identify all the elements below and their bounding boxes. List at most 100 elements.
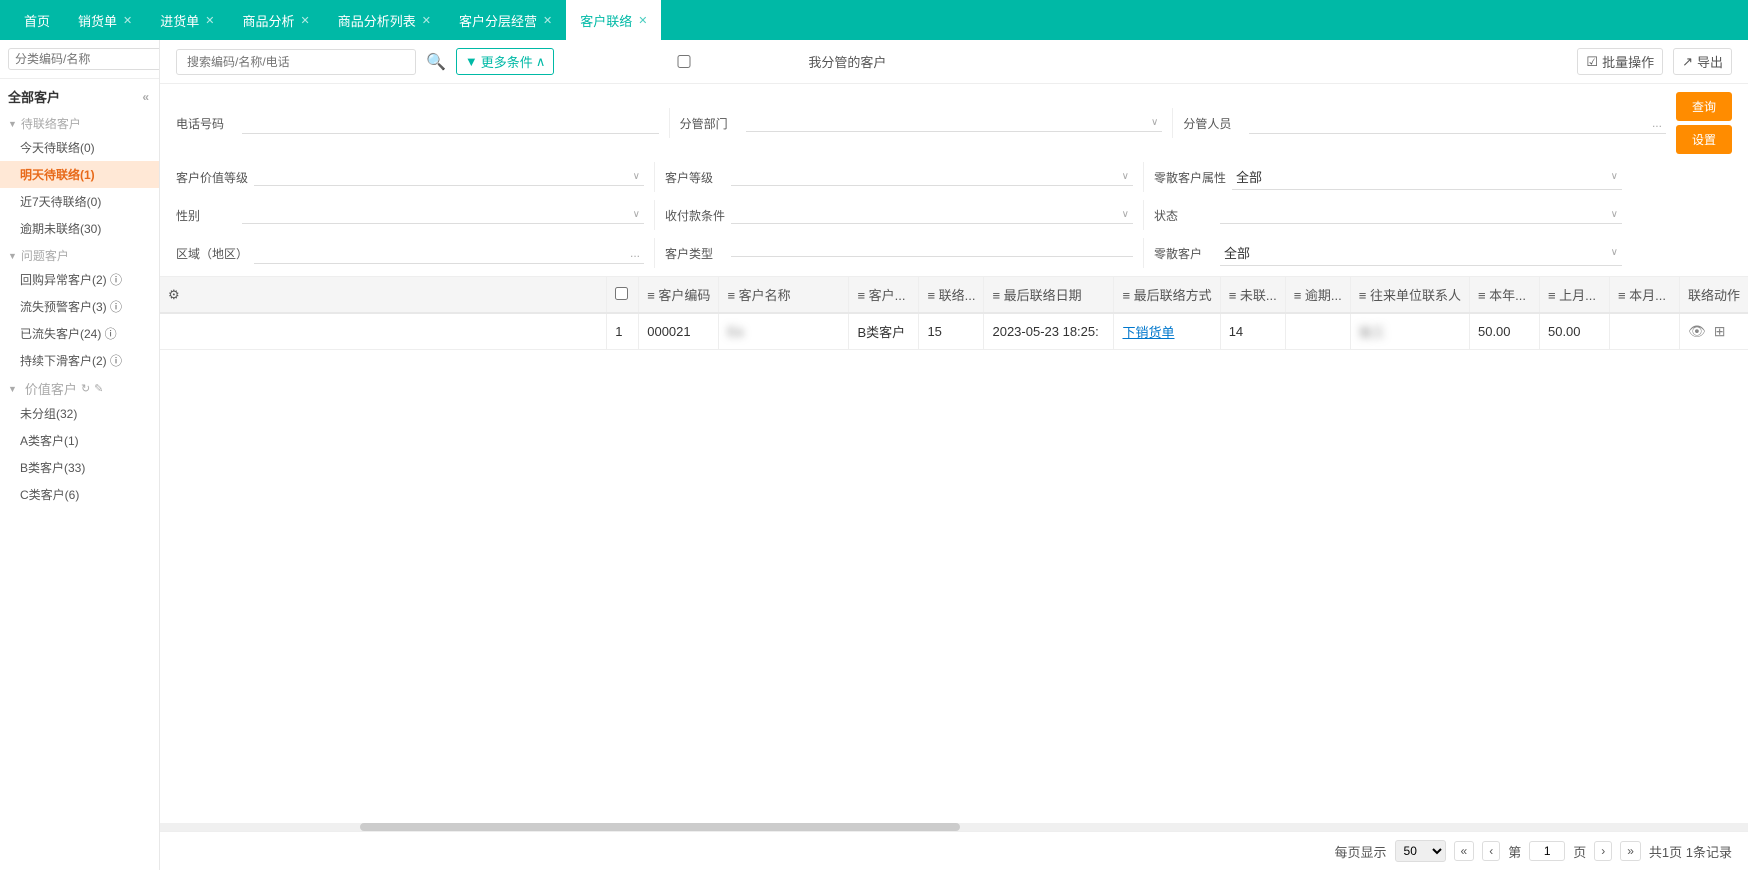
settings-button[interactable]: 设置 [1676,125,1732,154]
filter-search-icon[interactable]: 🔍 [426,52,446,72]
collapse-icon[interactable]: « [142,90,149,104]
close-customer-tier-icon[interactable]: ✕ [543,14,552,27]
value-customers-edit-icon[interactable]: ✎ [94,382,103,395]
branch-dept-select[interactable]: ∨ [746,114,1163,132]
close-purchase-order-icon[interactable]: ✕ [205,14,214,27]
filter-branch-person: 分管人员 ... [1183,113,1666,134]
sidebar-item-churned[interactable]: 已流失客户(24) ⓘ [0,320,159,347]
select-all-checkbox[interactable] [615,287,628,300]
col-action-header: 联络动作 [1679,277,1748,313]
close-customer-contact-icon[interactable]: ✕ [638,14,647,27]
nav-product-analysis[interactable]: 商品分析 ✕ [228,0,323,40]
per-page-select[interactable]: 50 100 200 [1395,840,1446,862]
my-customers-checkbox-area[interactable]: 我分管的客户 [564,52,886,71]
chevron-down-icon-4: ∨ [1611,171,1618,182]
col-code-header[interactable]: ≡ 客户编码 [639,277,719,313]
sidebar-group-pending-contact[interactable]: 待联络客户 [0,110,159,134]
sidebar-item-class-c[interactable]: C类客户(6) [0,481,159,508]
col-last-month-header[interactable]: ≡ 上月... [1539,277,1609,313]
sidebar-item-churn-warning[interactable]: 流失预警客户(3) ⓘ [0,293,159,320]
row-num-cell: 1 [607,313,639,350]
sidebar-item-tomorrow-pending[interactable]: 明天待联络(1) [0,161,159,188]
nav-product-analysis-list[interactable]: 商品分析列表 ✕ [324,0,445,40]
filter-row-3: 性别 ∨ 收付款条件 ∨ 状态 [176,200,1732,230]
chevron-down-icon-6: ∨ [1122,209,1129,220]
col-checkbox-header[interactable] [607,277,639,313]
col-contact-header[interactable]: ≡ 联络... [919,277,984,313]
customer-grade-select[interactable]: ∨ [731,168,1133,186]
last-way-link[interactable]: 下销货单 [1122,325,1174,340]
nav-home[interactable]: 首页 [10,0,64,40]
last-page-button[interactable]: » [1620,841,1641,861]
my-customers-checkbox[interactable] [564,55,804,68]
nav-customer-contact[interactable]: 客户联络 ✕ [566,0,661,40]
next-page-button[interactable]: › [1594,841,1612,861]
filter-retail-customer: 零散客户 全部 ∨ [1154,240,1622,266]
col-company-contact-header[interactable]: ≡ 往来单位联系人 [1350,277,1469,313]
gender-select[interactable]: ∨ [242,206,644,224]
query-button[interactable]: 查询 [1676,92,1732,121]
row-last-way-cell[interactable]: 下销货单 [1114,313,1220,350]
sidebar-item-today-pending[interactable]: 今天待联络(0) [0,134,159,161]
page-number-input[interactable] [1529,841,1565,861]
sidebar-item-abnormal-repurchase[interactable]: 回购异常客户(2) ⓘ [0,266,159,293]
col-type-header[interactable]: ≡ 客户... [849,277,919,313]
col-uncontact-header[interactable]: ≡ 未联... [1220,277,1285,313]
value-customers-refresh-icon[interactable]: ↻ [81,382,90,395]
customer-value-grade-select[interactable]: ∨ [254,168,644,186]
col-last-date-header[interactable]: ≡ 最后联络日期 [984,277,1114,313]
phone-input[interactable] [242,113,659,134]
retail-attr-select[interactable]: 全部 ∨ [1232,164,1622,190]
payment-cond-select[interactable]: ∨ [731,206,1133,224]
filter-retail-attr: 零散客户属性 全部 ∨ [1154,164,1622,190]
row-contacts-cell: 15 [919,313,984,350]
nav-customer-tier[interactable]: 客户分层经营 ✕ [445,0,566,40]
sidebar-item-class-a[interactable]: A类客户(1) [0,427,159,454]
ellipsis-icon-2: ... [630,246,640,260]
filter-phone: 电话号码 [176,113,659,134]
search-input[interactable] [176,49,416,75]
content-area: 🔍 ▼ 更多条件 ∧ 我分管的客户 ☑ 批量操作 ↗ 导出 [160,40,1748,870]
region-select[interactable]: ... [254,243,644,264]
nav-sales-order[interactable]: 销货单 ✕ [64,0,146,40]
first-page-button[interactable]: « [1454,841,1475,861]
filter-bar: 🔍 ▼ 更多条件 ∧ 我分管的客户 ☑ 批量操作 ↗ 导出 [160,40,1748,84]
close-product-analysis-icon[interactable]: ✕ [301,14,310,27]
sidebar-group-problem-customers[interactable]: 问题客户 [0,242,159,266]
more-conditions-button[interactable]: ▼ 更多条件 ∧ [456,48,554,75]
sidebar-group-value-customers[interactable]: 价值客户 ↻ ✎ [0,374,159,400]
prev-page-button[interactable]: ‹ [1482,841,1500,861]
branch-person-select[interactable]: ... [1249,113,1666,134]
retail-customer-select[interactable]: 全部 ∨ [1220,240,1622,266]
horizontal-scrollbar[interactable] [160,823,1748,831]
col-name-header[interactable]: ≡ 客户名称 [719,277,849,313]
sidebar-item-overdue-pending[interactable]: 逾期未联络(30) [0,215,159,242]
action-eye-icon[interactable]: 👁 [1688,323,1706,340]
chevron-down-icon-5: ∨ [633,209,640,220]
col-last-way-header[interactable]: ≡ 最后联络方式 [1114,277,1220,313]
batch-operation-button[interactable]: ☑ 批量操作 [1577,48,1663,75]
close-product-list-icon[interactable]: ✕ [422,14,431,27]
col-overdue-header[interactable]: ≡ 逾期... [1285,277,1350,313]
action-grid-icon[interactable]: ⊞ [1714,323,1726,340]
sidebar-item-unclassified[interactable]: 未分组(32) [0,400,159,427]
nav-purchase-order[interactable]: 进货单 ✕ [146,0,228,40]
sidebar-item-7days-pending[interactable]: 近7天待联络(0) [0,188,159,215]
row-last-date-cell: 2023-05-23 18:25: [984,313,1114,350]
customer-type-select[interactable] [731,250,1133,257]
filter-customer-type: 客户类型 [665,245,1133,262]
export-button[interactable]: ↗ 导出 [1673,48,1732,75]
close-sales-order-icon[interactable]: ✕ [123,14,132,27]
row-uncontact-cell: 14 [1220,313,1285,350]
table-header-row: ⚙ ≡ 客户编码 ≡ 客户名称 ≡ 客户... ≡ 联络... ≡ 最后联络日期… [160,277,1748,313]
sidebar-search-input[interactable] [8,48,160,70]
row-overdue-cell [1285,313,1350,350]
col-gear-header[interactable]: ⚙ [160,277,607,313]
scrollbar-thumb[interactable] [360,823,960,831]
col-this-year-header[interactable]: ≡ 本年... [1469,277,1539,313]
sidebar-item-declining[interactable]: 持续下滑客户(2) ⓘ [0,347,159,374]
sidebar-item-class-b[interactable]: B类客户(33) [0,454,159,481]
chevron-down-icon-7: ∨ [1611,209,1618,220]
col-this-month-header[interactable]: ≡ 本月... [1609,277,1679,313]
status-select[interactable]: ∨ [1220,206,1622,224]
